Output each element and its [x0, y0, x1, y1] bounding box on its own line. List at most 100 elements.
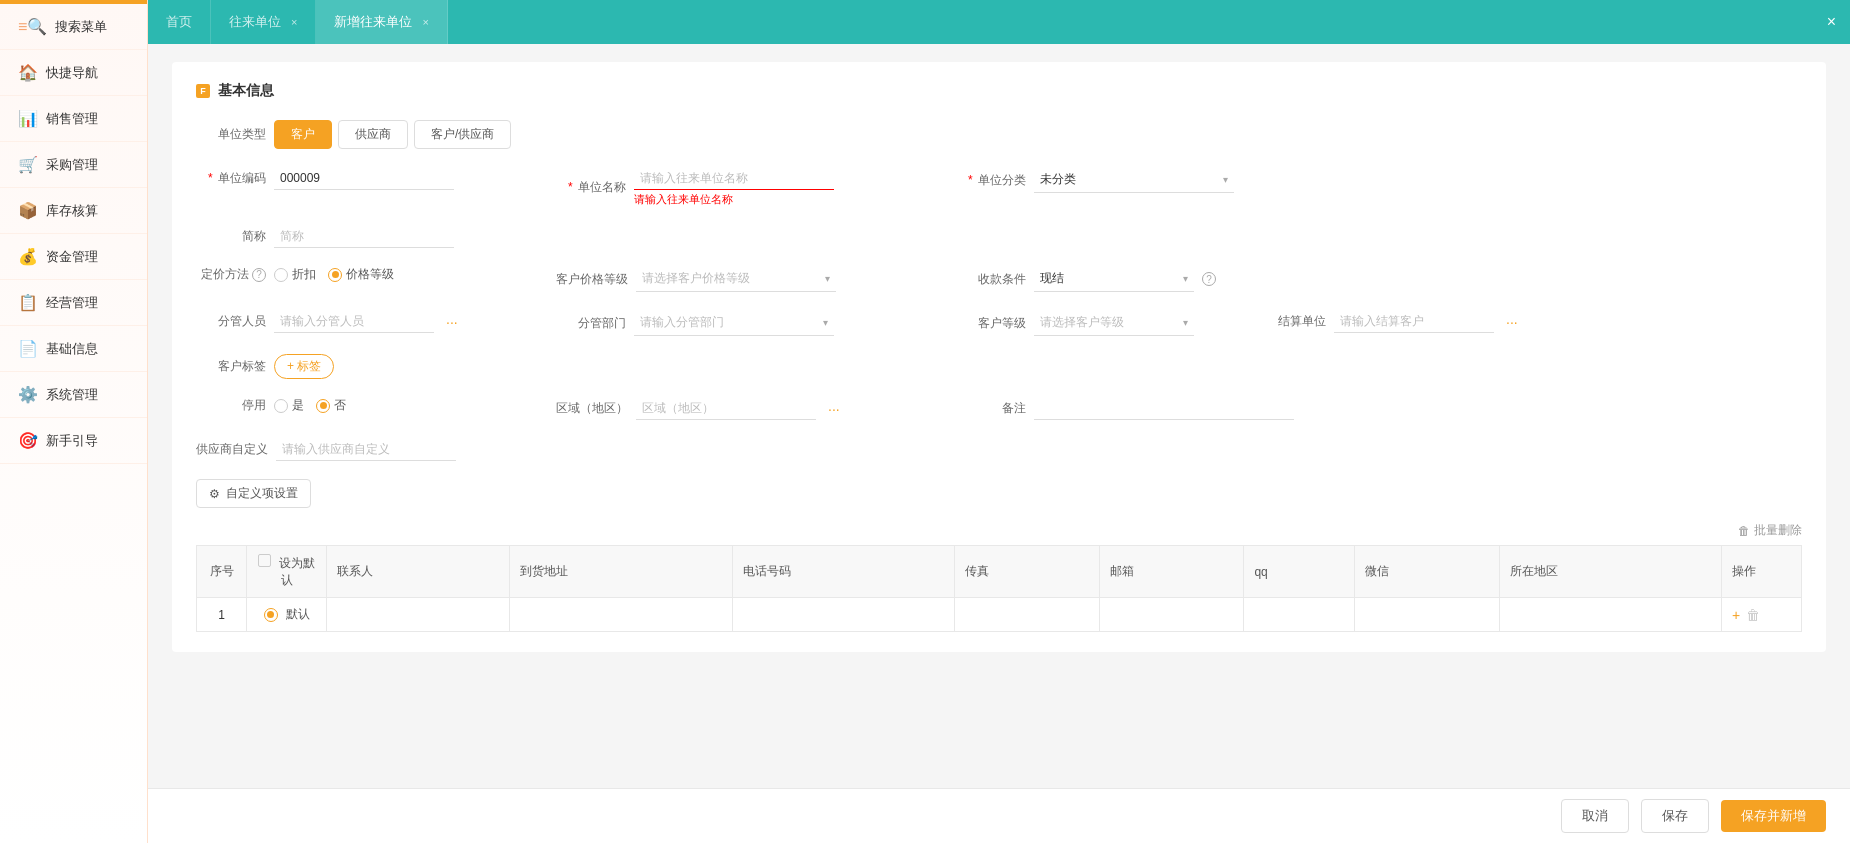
region-label: 区域（地区）: [556, 400, 628, 417]
tab-new-partner-close[interactable]: ×: [422, 16, 428, 28]
add-row-icon[interactable]: +: [1732, 607, 1740, 623]
unit-name-label: * 单位名称: [556, 179, 626, 196]
btn-supplier[interactable]: 供应商: [338, 120, 408, 149]
sidebar-item-system[interactable]: ⚙️ 系统管理: [0, 372, 147, 418]
col-phone: 电话号码: [732, 546, 954, 598]
customer-level-select[interactable]: 请选择客户等级 ▾: [1034, 310, 1194, 336]
code-name-category-row: * 单位编码 * 单位名称 请输入往来单位名称: [196, 167, 1802, 207]
table-header-row: 序号 设为默认 联系人 到货地址 电话号码 传真 邮箱 qq 微信 所在地区: [197, 546, 1802, 598]
payment-terms-value: 现结: [1040, 270, 1064, 287]
sidebar-item-search[interactable]: ≡🔍 搜索菜单: [0, 4, 147, 50]
sidebar-item-inventory[interactable]: 📦 库存核算: [0, 188, 147, 234]
price-level-chevron: ▾: [825, 273, 830, 284]
custom-settings-icon: ⚙: [209, 487, 220, 501]
unit-category-value: 未分类: [1040, 171, 1076, 188]
payment-terms-select[interactable]: 现结 ▾: [1034, 266, 1194, 292]
region-input[interactable]: [636, 397, 816, 420]
sidebar-item-sales[interactable]: 📊 销售管理: [0, 96, 147, 142]
custom-settings-button[interactable]: ⚙ 自定义项设置: [196, 479, 311, 508]
tags-row: 客户标签 + 标签: [196, 354, 1802, 379]
region-field: 区域（地区） ···: [556, 397, 956, 420]
save-new-button[interactable]: 保存并新增: [1721, 800, 1826, 832]
save-button[interactable]: 保存: [1641, 799, 1709, 833]
tab-partner-label: 往来单位: [229, 13, 281, 31]
unit-code-label: * 单位编码: [196, 170, 266, 187]
unit-category-field: * 单位分类 未分类 ▾: [956, 167, 1802, 193]
pricing-help-icon[interactable]: ?: [252, 268, 266, 282]
radio-yes[interactable]: 是: [274, 397, 304, 414]
pricing-method-field: 定价方法 ? 折扣 价格等级: [196, 266, 556, 283]
col-seq: 序号: [197, 546, 247, 598]
unit-category-select[interactable]: 未分类 ▾: [1034, 167, 1234, 193]
btn-customer-supplier[interactable]: 客户/供应商: [414, 120, 511, 149]
sidebar-label-finance: 资金管理: [46, 248, 98, 266]
region-ellipsis[interactable]: ···: [824, 401, 844, 417]
manager-field: 分管人员 ···: [196, 310, 556, 333]
manager-ellipsis[interactable]: ···: [442, 314, 462, 330]
department-select[interactable]: 请输入分管部门 ▾: [634, 310, 834, 336]
sidebar-item-operation[interactable]: 📋 经营管理: [0, 280, 147, 326]
col-action: 操作: [1722, 546, 1802, 598]
unit-name-input[interactable]: [634, 167, 834, 190]
operation-icon: 📋: [18, 293, 38, 312]
sales-icon: 📊: [18, 109, 38, 128]
row-phone: [732, 598, 954, 632]
supplier-custom-field: 供应商自定义: [196, 438, 1802, 461]
unit-type-field: 单位类型 客户 供应商 客户/供应商: [196, 120, 1802, 149]
col-address: 到货地址: [510, 546, 732, 598]
supplier-custom-input[interactable]: [276, 438, 456, 461]
payment-terms-help-icon[interactable]: ?: [1202, 272, 1216, 286]
category-chevron: ▾: [1223, 174, 1228, 185]
remark-field: 备注: [956, 397, 1802, 420]
tab-partner-close[interactable]: ×: [291, 16, 297, 28]
manager-input[interactable]: [274, 310, 434, 333]
settlement-ellipsis[interactable]: ···: [1502, 314, 1522, 330]
sidebar-item-quick-nav[interactable]: 🏠 快捷导航: [0, 50, 147, 96]
row-default-radio[interactable]: 默认: [257, 606, 316, 623]
radio-no[interactable]: 否: [316, 397, 346, 414]
unit-name-field: * 单位名称 请输入往来单位名称: [556, 167, 956, 207]
tab-bar-close-all[interactable]: ×: [1827, 13, 1836, 31]
customer-level-label: 客户等级: [956, 315, 1026, 332]
btn-customer[interactable]: 客户: [274, 120, 332, 149]
delete-row-icon[interactable]: 🗑: [1746, 607, 1760, 623]
short-name-field: 简称: [196, 225, 556, 248]
sidebar-item-basic[interactable]: 📄 基础信息: [0, 326, 147, 372]
short-name-input[interactable]: [274, 225, 454, 248]
department-field: 分管部门 请输入分管部门 ▾: [556, 310, 956, 336]
header-checkbox[interactable]: [258, 554, 271, 567]
radio-price-level[interactable]: 价格等级: [328, 266, 394, 283]
radio-price-level-circle: [328, 268, 342, 282]
batch-delete-label[interactable]: 批量删除: [1754, 522, 1802, 539]
pricing-row: 定价方法 ? 折扣 价格等级 客户: [196, 266, 1802, 292]
settlement-unit-input[interactable]: [1334, 310, 1494, 333]
tab-partner[interactable]: 往来单位 ×: [211, 0, 316, 44]
category-required-star: *: [968, 173, 973, 187]
sidebar-item-purchase[interactable]: 🛒 采购管理: [0, 142, 147, 188]
customer-level-placeholder: 请选择客户等级: [1040, 314, 1124, 331]
sidebar-label-quick-nav: 快捷导航: [46, 64, 98, 82]
tab-bar: 首页 往来单位 × 新增往来单位 × ×: [148, 0, 1850, 44]
basic-info-section: F 基本信息 单位类型 客户 供应商 客户/供应商 *: [172, 62, 1826, 652]
basic-icon: 📄: [18, 339, 38, 358]
row-address: [510, 598, 732, 632]
unit-name-wrapper: 请输入往来单位名称: [634, 167, 834, 207]
sidebar-item-finance[interactable]: 💰 资金管理: [0, 234, 147, 280]
radio-discount[interactable]: 折扣: [274, 266, 316, 283]
sidebar-item-guide[interactable]: 🎯 新手引导: [0, 418, 147, 464]
add-tag-button[interactable]: + 标签: [274, 354, 334, 379]
remark-input[interactable]: [1034, 397, 1294, 420]
settlement-unit-label: 结算单位: [1256, 313, 1326, 330]
tab-home[interactable]: 首页: [148, 0, 211, 44]
radio-no-circle: [316, 399, 330, 413]
radio-discount-circle: [274, 268, 288, 282]
supplier-custom-label: 供应商自定义: [196, 441, 268, 458]
customer-price-level-field: 客户价格等级 请选择客户价格等级 ▾: [556, 266, 956, 292]
tab-new-partner[interactable]: 新增往来单位 ×: [316, 0, 447, 44]
unit-name-error: 请输入往来单位名称: [634, 192, 834, 207]
cancel-button[interactable]: 取消: [1561, 799, 1629, 833]
unit-code-input[interactable]: [274, 167, 454, 190]
customer-price-level-select[interactable]: 请选择客户价格等级 ▾: [636, 266, 836, 292]
search-icon: ≡🔍: [18, 17, 47, 36]
batch-delete-bar: 🗑 批量删除: [196, 522, 1802, 539]
